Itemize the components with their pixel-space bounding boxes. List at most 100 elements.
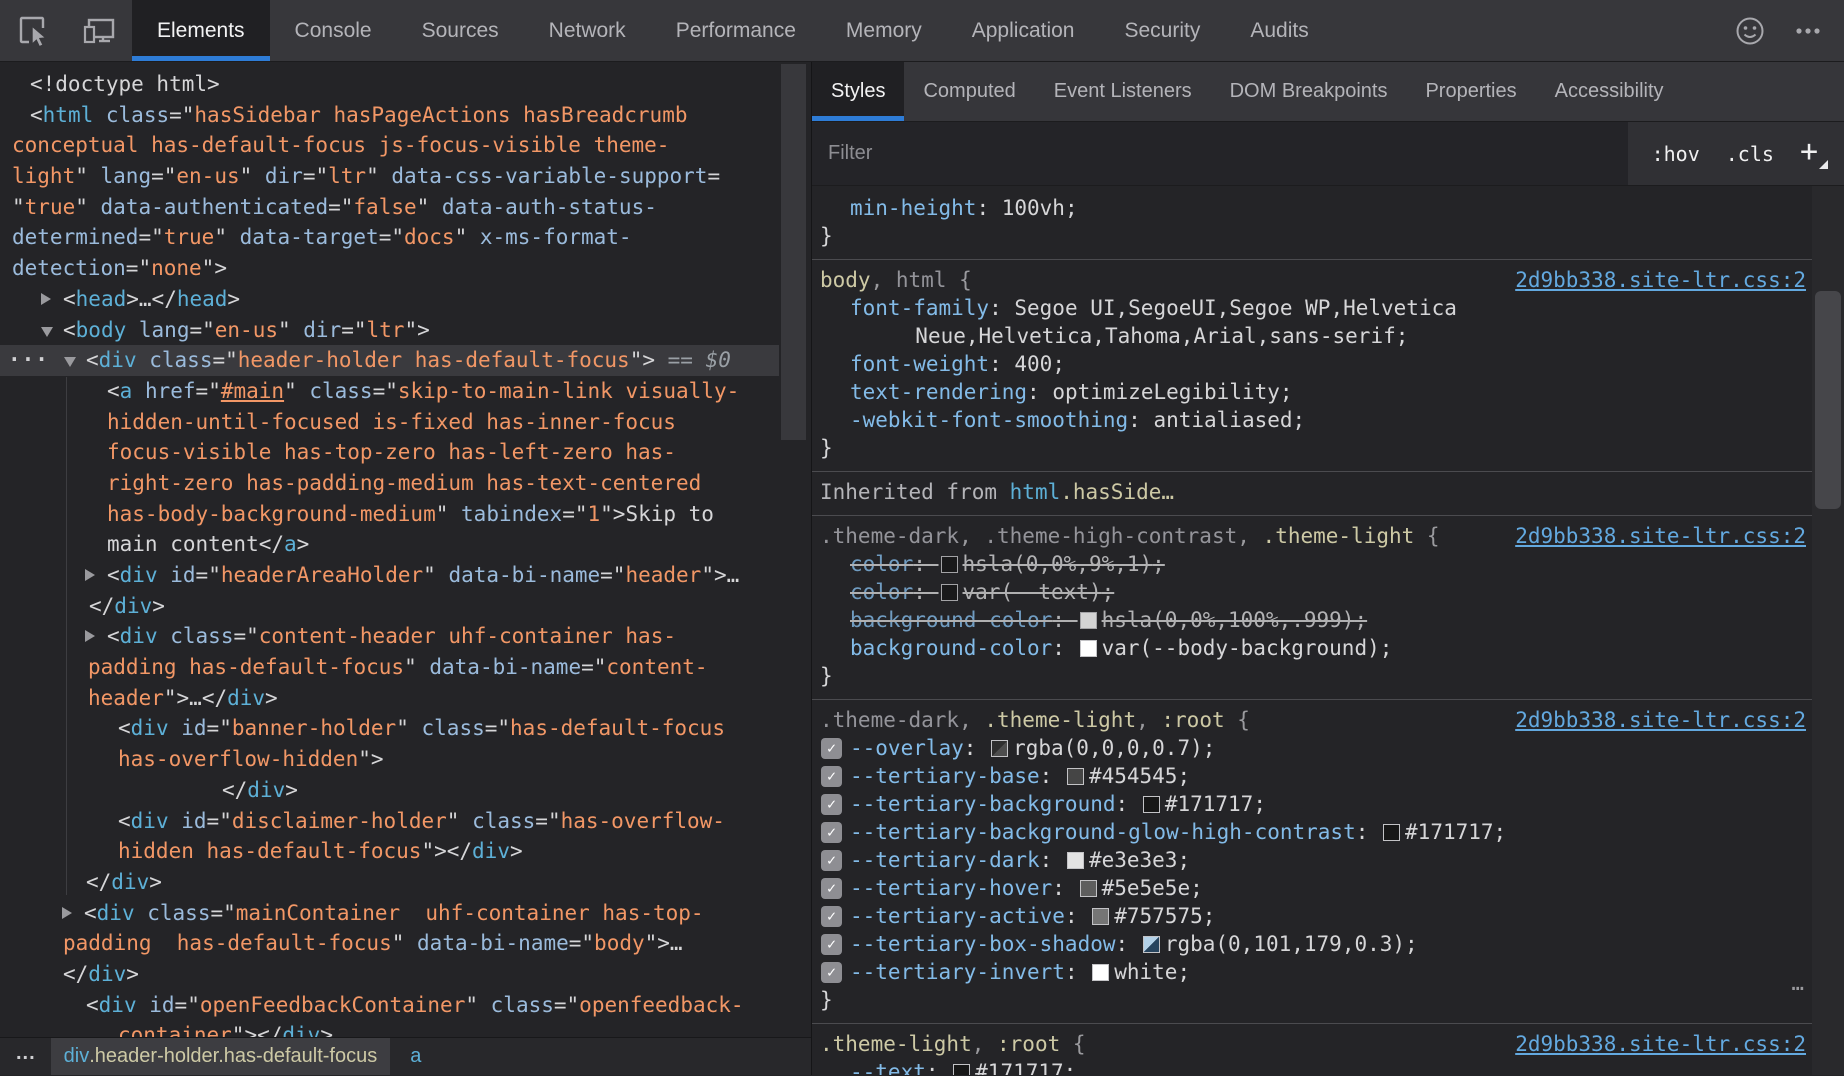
- css-declaration[interactable]: font-family: Segoe UI,SegoeUI,Segoe WP,H…: [812, 294, 1808, 350]
- disclosure-triangle[interactable]: [41, 327, 53, 337]
- styles-tab-accessibility[interactable]: Accessibility: [1536, 62, 1683, 121]
- css-declaration[interactable]: ✓--tertiary-dark: #e3e3e3;: [812, 846, 1808, 874]
- dom-tree-line[interactable]: container"></div>: [0, 1020, 779, 1037]
- tab-audits[interactable]: Audits: [1225, 0, 1333, 61]
- color-swatch[interactable]: [991, 740, 1008, 757]
- dom-tree-line[interactable]: <a href="#main" class="skip-to-main-link…: [0, 376, 779, 407]
- dom-tree-line[interactable]: <div id="headerAreaHolder" data-bi-name=…: [0, 560, 779, 591]
- dom-tree-line[interactable]: <body lang="en-us" dir="ltr">: [0, 315, 779, 346]
- dom-tree-line[interactable]: </div>: [0, 867, 779, 898]
- dom-tree-line[interactable]: </div>: [0, 775, 779, 806]
- tab-memory[interactable]: Memory: [821, 0, 947, 61]
- color-swatch[interactable]: [953, 1064, 970, 1075]
- dom-tree-line[interactable]: </div>: [0, 591, 779, 622]
- stylesheet-link[interactable]: 2d9bb338.site-ltr.css:2: [1515, 266, 1806, 294]
- css-declaration[interactable]: ✓--overlay: rgba(0,0,0,0.7);: [812, 734, 1808, 762]
- dom-tree-line[interactable]: focus-visible has-top-zero has-left-zero…: [0, 437, 779, 468]
- feedback-button[interactable]: [1732, 13, 1768, 49]
- dom-tree-line[interactable]: padding has-default-focus" data-bi-name=…: [0, 652, 779, 683]
- dom-tree-line[interactable]: <head>…</head>: [0, 284, 779, 315]
- tab-network[interactable]: Network: [524, 0, 651, 61]
- dom-tree-line[interactable]: <div id="openFeedbackContainer" class="o…: [0, 990, 779, 1021]
- disclosure-triangle[interactable]: [85, 630, 95, 642]
- css-declaration[interactable]: ✓--tertiary-background-glow-high-contras…: [812, 818, 1808, 846]
- dom-tree-line[interactable]: ...<div class="header-holder has-default…: [0, 345, 779, 376]
- declaration-checkbox[interactable]: ✓: [821, 822, 842, 843]
- dom-tree-line[interactable]: <!doctype html>: [0, 69, 779, 100]
- css-declaration[interactable]: ✓--tertiary-background: #171717;: [812, 790, 1808, 818]
- dom-tree-line[interactable]: <div id="banner-holder" class="has-defau…: [0, 713, 779, 744]
- styles-tab-dom-breakpoints[interactable]: DOM Breakpoints: [1211, 62, 1407, 121]
- css-declaration[interactable]: ✓--tertiary-box-shadow: rgba(0,101,179,0…: [812, 930, 1808, 958]
- css-declaration[interactable]: background-color: hsla(0,0%,100%,.999);: [812, 606, 1808, 634]
- color-swatch[interactable]: [1067, 852, 1084, 869]
- css-declaration[interactable]: ✓--tertiary-hover: #5e5e5e;: [812, 874, 1808, 902]
- stylesheet-link[interactable]: 2d9bb338.site-ltr.css:2: [1515, 522, 1806, 550]
- css-declaration[interactable]: -webkit-font-smoothing: antialiased;: [812, 406, 1808, 434]
- declaration-checkbox[interactable]: ✓: [821, 962, 842, 983]
- rule-overflow-dots[interactable]: ⋯: [1791, 974, 1806, 1002]
- css-declaration[interactable]: background-color: var(--body-background)…: [812, 634, 1808, 662]
- new-style-rule-button[interactable]: +: [1792, 134, 1828, 173]
- inherited-node-link[interactable]: html: [1010, 480, 1061, 504]
- tab-application[interactable]: Application: [947, 0, 1100, 61]
- css-declaration[interactable]: color: var(--text);: [812, 578, 1808, 606]
- declaration-checkbox[interactable]: ✓: [821, 906, 842, 927]
- dom-tree-line[interactable]: <div class="content-header uhf-container…: [0, 621, 779, 652]
- dom-tree-line[interactable]: right-zero has-padding-medium has-text-c…: [0, 468, 779, 499]
- dom-tree-line[interactable]: padding has-default-focus" data-bi-name=…: [0, 928, 779, 959]
- css-declaration[interactable]: min-height: 100vh;: [812, 194, 1808, 222]
- tab-performance[interactable]: Performance: [651, 0, 821, 61]
- dom-tree-line[interactable]: light" lang="en-us" dir="ltr" data-css-v…: [0, 161, 779, 192]
- breadcrumb-overflow-button[interactable]: ...: [0, 1042, 51, 1071]
- dom-tree-line[interactable]: detection="none">: [0, 253, 779, 284]
- color-swatch[interactable]: [1080, 640, 1097, 657]
- dom-tree-line[interactable]: header">…</div>: [0, 683, 779, 714]
- css-declaration[interactable]: --text: #171717;: [812, 1058, 1808, 1075]
- css-declaration[interactable]: font-weight: 400;: [812, 350, 1808, 378]
- breadcrumb-item-a[interactable]: a: [410, 1045, 421, 1068]
- stylesheet-link[interactable]: 2d9bb338.site-ltr.css:2: [1515, 1030, 1806, 1058]
- styles-filter-input[interactable]: [812, 122, 1628, 185]
- color-swatch[interactable]: [1383, 824, 1400, 841]
- pseudo-state-button[interactable]: :hov: [1644, 138, 1708, 170]
- dom-tree-line[interactable]: hidden has-default-focus"></div>: [0, 836, 779, 867]
- dom-tree-line[interactable]: main content</a>: [0, 529, 779, 560]
- styles-tab-computed[interactable]: Computed: [904, 62, 1034, 121]
- dom-tree-line[interactable]: hidden-until-focused is-fixed has-inner-…: [0, 407, 779, 438]
- disclosure-triangle[interactable]: [62, 907, 72, 919]
- styles-tab-styles[interactable]: Styles: [812, 62, 904, 121]
- dom-tree-line[interactable]: </div>: [0, 959, 779, 990]
- tab-elements[interactable]: Elements: [132, 0, 270, 61]
- dom-tree-line[interactable]: <div id="disclaimer-holder" class="has-o…: [0, 806, 779, 837]
- device-toolbar-button[interactable]: [82, 13, 118, 49]
- more-options-button[interactable]: [1790, 13, 1826, 49]
- dom-tree-line[interactable]: "true" data-authenticated="false" data-a…: [0, 192, 779, 223]
- more-actions-dots[interactable]: ...: [8, 339, 49, 370]
- color-swatch[interactable]: [1092, 908, 1109, 925]
- declaration-checkbox[interactable]: ✓: [821, 850, 842, 871]
- inherited-node-classes[interactable]: .hasSide…: [1060, 480, 1174, 504]
- color-swatch[interactable]: [1143, 936, 1160, 953]
- disclosure-triangle[interactable]: [85, 569, 95, 581]
- styles-scrollbar-thumb[interactable]: [1815, 291, 1841, 509]
- stylesheet-link[interactable]: 2d9bb338.site-ltr.css:2: [1515, 706, 1806, 734]
- dom-tree-line[interactable]: has-overflow-hidden">: [0, 744, 779, 775]
- color-swatch[interactable]: [941, 556, 958, 573]
- dom-tree-line[interactable]: conceptual has-default-focus js-focus-vi…: [0, 130, 779, 161]
- color-swatch[interactable]: [1080, 880, 1097, 897]
- dom-tree-line[interactable]: <html class="hasSidebar hasPageActions h…: [0, 100, 779, 131]
- css-declaration[interactable]: ✓--tertiary-base: #454545;: [812, 762, 1808, 790]
- styles-tab-event-listeners[interactable]: Event Listeners: [1035, 62, 1211, 121]
- disclosure-triangle[interactable]: [41, 293, 51, 305]
- color-swatch[interactable]: [1080, 612, 1097, 629]
- css-declaration[interactable]: ✓--tertiary-invert: white;: [812, 958, 1808, 986]
- color-swatch[interactable]: [941, 584, 958, 601]
- declaration-checkbox[interactable]: ✓: [821, 878, 842, 899]
- dom-tree-line[interactable]: <div class="mainContainer uhf-container …: [0, 898, 779, 929]
- css-declaration[interactable]: color: hsla(0,0%,9%,1);: [812, 550, 1808, 578]
- tab-security[interactable]: Security: [1099, 0, 1225, 61]
- breadcrumb-item-div[interactable]: div.header-holder.has-default-focus: [51, 1038, 391, 1075]
- css-declaration[interactable]: ✓--tertiary-active: #757575;: [812, 902, 1808, 930]
- disclosure-triangle[interactable]: [64, 357, 76, 367]
